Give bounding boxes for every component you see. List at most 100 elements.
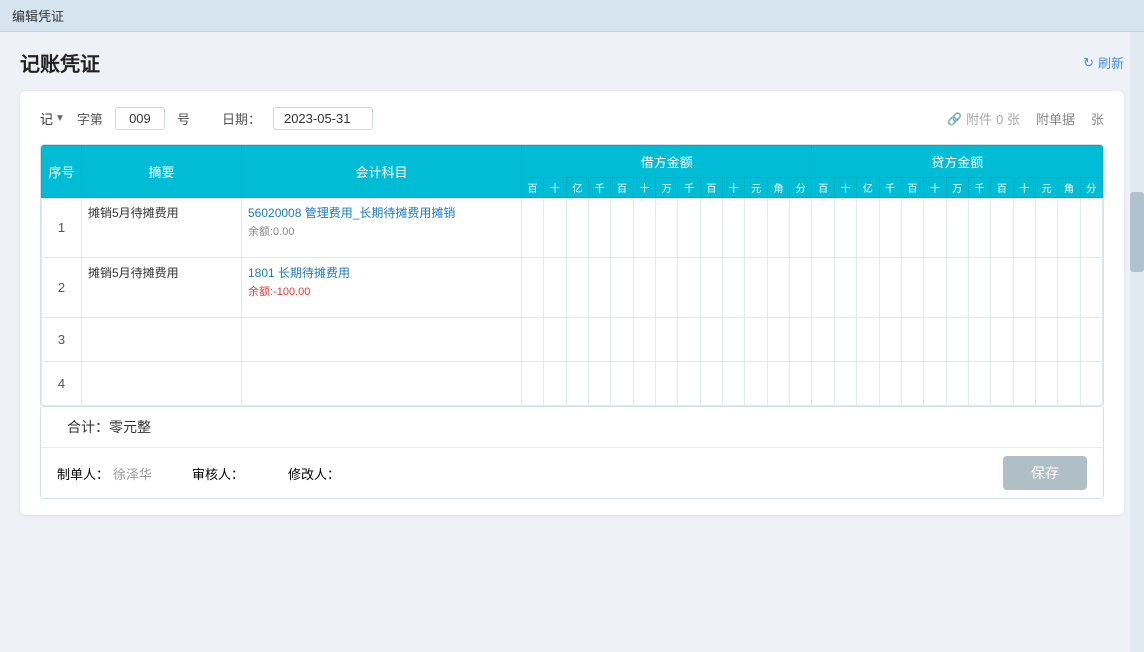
- debit-cell[interactable]: [611, 198, 633, 258]
- debit-cell[interactable]: [767, 258, 789, 318]
- date-field[interactable]: 2023-05-31: [273, 107, 373, 130]
- credit-cell[interactable]: [1080, 362, 1102, 406]
- debit-cell[interactable]: [589, 258, 611, 318]
- attachments-link[interactable]: 🔗 附件 0 张: [947, 109, 1020, 128]
- credit-cell[interactable]: [1080, 318, 1102, 362]
- credit-cell[interactable]: [968, 362, 990, 406]
- debit-cell[interactable]: [522, 198, 544, 258]
- debit-cell[interactable]: [589, 318, 611, 362]
- credit-cell[interactable]: [1035, 318, 1057, 362]
- table-row[interactable]: 1摊销5月待摊费用56020008 管理费用_长期待摊费用摊销余额:0.00: [42, 198, 1103, 258]
- summary-cell[interactable]: [82, 362, 242, 406]
- debit-cell[interactable]: [700, 362, 722, 406]
- debit-cell[interactable]: [678, 318, 700, 362]
- credit-cell[interactable]: [1035, 198, 1057, 258]
- debit-cell[interactable]: [611, 318, 633, 362]
- debit-cell[interactable]: [566, 198, 588, 258]
- debit-cell[interactable]: [566, 258, 588, 318]
- account-cell[interactable]: 1801 长期待摊费用余额:-100.00: [242, 258, 522, 318]
- credit-cell[interactable]: [924, 362, 946, 406]
- credit-cell[interactable]: [1080, 198, 1102, 258]
- debit-cell[interactable]: [544, 318, 566, 362]
- credit-cell[interactable]: [1013, 258, 1035, 318]
- debit-cell[interactable]: [790, 258, 812, 318]
- debit-cell[interactable]: [767, 318, 789, 362]
- debit-cell[interactable]: [723, 198, 745, 258]
- credit-cell[interactable]: [901, 198, 923, 258]
- credit-cell[interactable]: [857, 258, 879, 318]
- credit-cell[interactable]: [857, 318, 879, 362]
- credit-cell[interactable]: [991, 362, 1013, 406]
- debit-cell[interactable]: [522, 362, 544, 406]
- debit-cell[interactable]: [656, 318, 678, 362]
- scrollbar-track[interactable]: [1130, 32, 1144, 652]
- credit-cell[interactable]: [1058, 362, 1080, 406]
- credit-cell[interactable]: [946, 258, 968, 318]
- debit-cell[interactable]: [522, 318, 544, 362]
- credit-cell[interactable]: [991, 318, 1013, 362]
- debit-cell[interactable]: [678, 362, 700, 406]
- debit-cell[interactable]: [700, 258, 722, 318]
- debit-cell[interactable]: [611, 258, 633, 318]
- debit-cell[interactable]: [633, 198, 655, 258]
- debit-cell[interactable]: [723, 362, 745, 406]
- credit-cell[interactable]: [1080, 258, 1102, 318]
- table-row[interactable]: 4: [42, 362, 1103, 406]
- refresh-button[interactable]: ↻ 刷新: [1083, 53, 1124, 72]
- credit-cell[interactable]: [946, 362, 968, 406]
- attach-sheets-label[interactable]: 附单据: [1036, 109, 1075, 128]
- credit-cell[interactable]: [812, 258, 834, 318]
- credit-cell[interactable]: [879, 362, 901, 406]
- credit-cell[interactable]: [812, 198, 834, 258]
- credit-cell[interactable]: [1013, 362, 1035, 406]
- save-button[interactable]: 保存: [1003, 456, 1087, 490]
- credit-cell[interactable]: [946, 318, 968, 362]
- account-cell[interactable]: 56020008 管理费用_长期待摊费用摊销余额:0.00: [242, 198, 522, 258]
- credit-cell[interactable]: [857, 198, 879, 258]
- credit-cell[interactable]: [834, 318, 856, 362]
- debit-cell[interactable]: [566, 318, 588, 362]
- credit-cell[interactable]: [924, 318, 946, 362]
- debit-cell[interactable]: [544, 198, 566, 258]
- debit-cell[interactable]: [522, 258, 544, 318]
- debit-cell[interactable]: [767, 362, 789, 406]
- debit-cell[interactable]: [790, 362, 812, 406]
- credit-cell[interactable]: [1058, 318, 1080, 362]
- debit-cell[interactable]: [589, 198, 611, 258]
- credit-cell[interactable]: [901, 258, 923, 318]
- debit-cell[interactable]: [767, 198, 789, 258]
- debit-cell[interactable]: [790, 198, 812, 258]
- voucher-number-field[interactable]: 009: [115, 107, 165, 130]
- debit-cell[interactable]: [745, 198, 767, 258]
- debit-cell[interactable]: [723, 258, 745, 318]
- credit-cell[interactable]: [901, 362, 923, 406]
- credit-cell[interactable]: [834, 258, 856, 318]
- credit-cell[interactable]: [991, 198, 1013, 258]
- debit-cell[interactable]: [790, 318, 812, 362]
- credit-cell[interactable]: [834, 362, 856, 406]
- credit-cell[interactable]: [968, 318, 990, 362]
- credit-cell[interactable]: [1058, 258, 1080, 318]
- scrollbar-thumb[interactable]: [1130, 192, 1144, 272]
- credit-cell[interactable]: [901, 318, 923, 362]
- credit-cell[interactable]: [924, 258, 946, 318]
- account-cell[interactable]: [242, 362, 522, 406]
- debit-cell[interactable]: [745, 318, 767, 362]
- debit-cell[interactable]: [700, 198, 722, 258]
- credit-cell[interactable]: [879, 318, 901, 362]
- debit-cell[interactable]: [544, 258, 566, 318]
- summary-cell[interactable]: 摊销5月待摊费用: [82, 258, 242, 318]
- credit-cell[interactable]: [1035, 362, 1057, 406]
- debit-cell[interactable]: [656, 362, 678, 406]
- credit-cell[interactable]: [991, 258, 1013, 318]
- credit-cell[interactable]: [1013, 318, 1035, 362]
- debit-cell[interactable]: [633, 362, 655, 406]
- debit-cell[interactable]: [544, 362, 566, 406]
- credit-cell[interactable]: [924, 198, 946, 258]
- debit-cell[interactable]: [611, 362, 633, 406]
- credit-cell[interactable]: [1035, 258, 1057, 318]
- debit-cell[interactable]: [566, 362, 588, 406]
- debit-cell[interactable]: [723, 318, 745, 362]
- table-row[interactable]: 3: [42, 318, 1103, 362]
- debit-cell[interactable]: [700, 318, 722, 362]
